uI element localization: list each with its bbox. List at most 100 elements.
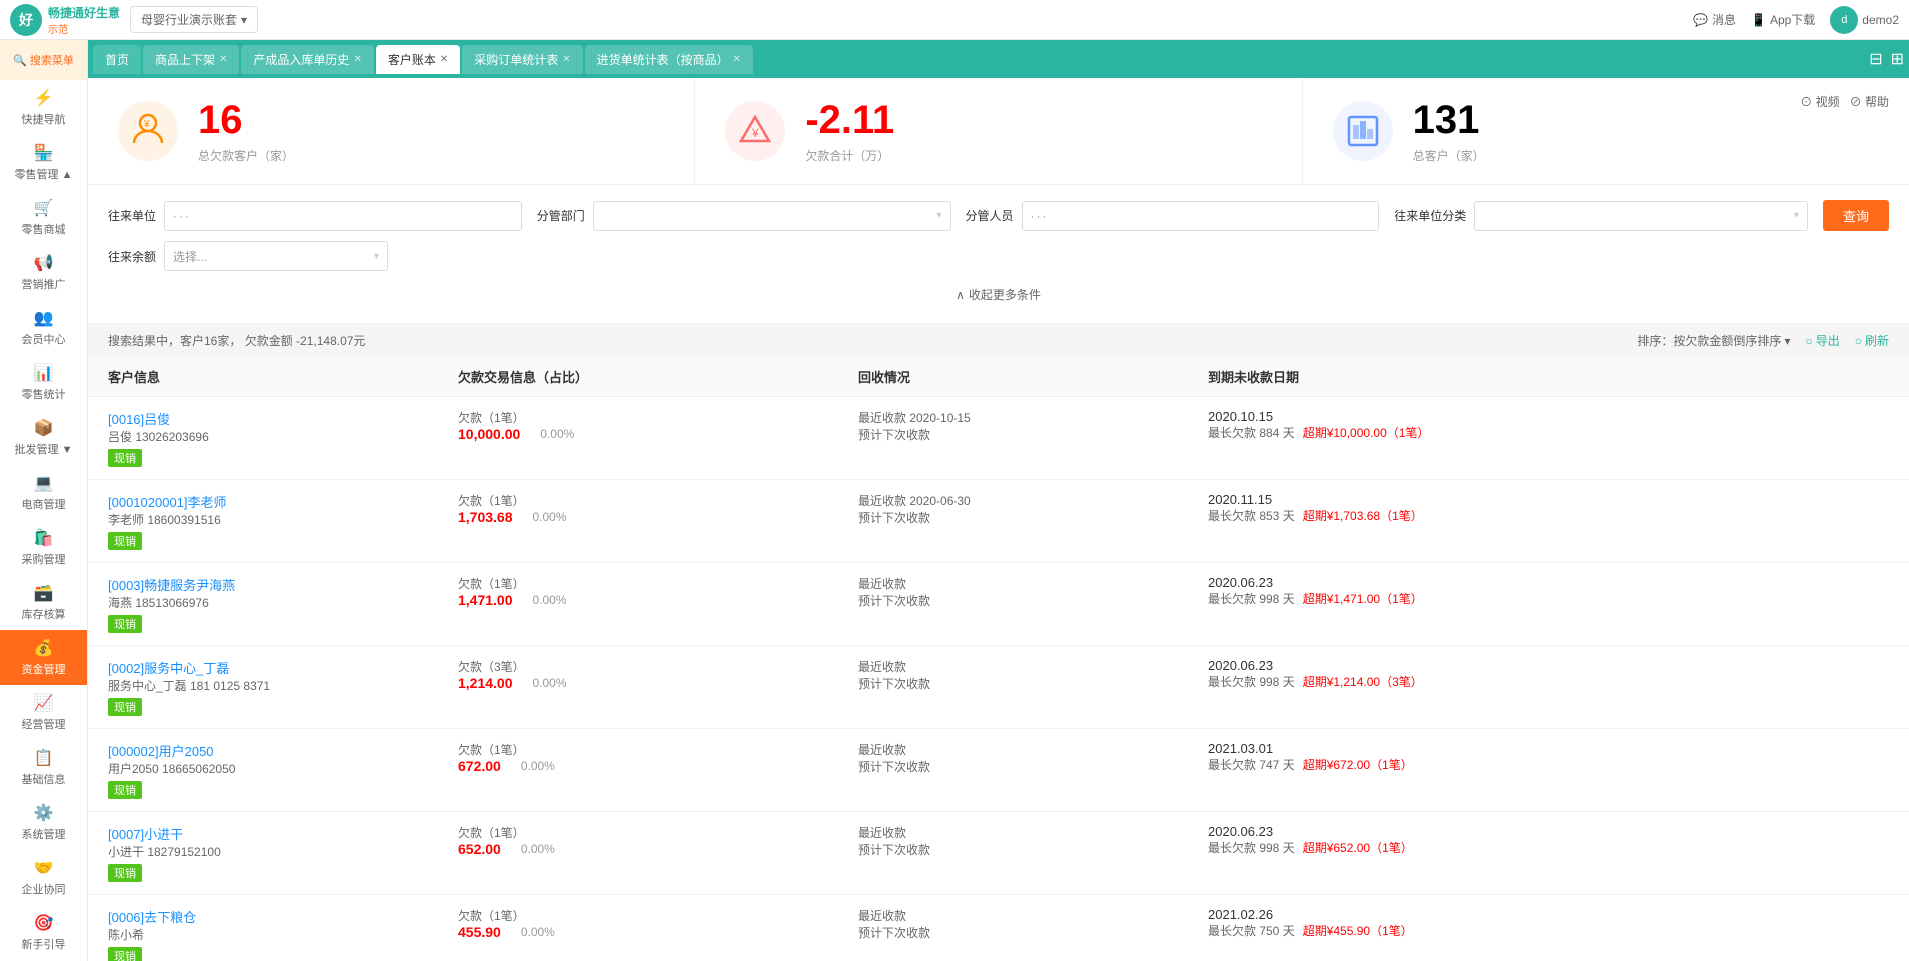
sidebar-item-retail-mgmt[interactable]: 🏪 零售管理 ▲ — [0, 135, 87, 190]
sidebar-item-quick-nav[interactable]: ⚡ 快捷导航 — [0, 80, 87, 135]
user-btn[interactable]: d demo2 — [1830, 6, 1899, 34]
sidebar-item-marketing[interactable]: 📢 营销推广 — [0, 245, 87, 300]
sidebar-item-collab[interactable]: 🤝 企业协同 — [0, 850, 87, 905]
customer-name[interactable]: [000002]用户2050 — [108, 741, 458, 760]
debt-amount[interactable]: 672.00 — [458, 758, 501, 774]
result-actions: 排序：按欠款金额倒序排序 ▾ ○ 导出 ○ 刷新 — [1637, 332, 1889, 349]
sort-btn[interactable]: 排序：按欠款金额倒序排序 ▾ — [1637, 332, 1790, 349]
overdue-amount[interactable]: 超期¥652.00（1笔） — [1303, 839, 1413, 856]
search-menu-btn[interactable]: 🔍 搜索菜单 — [8, 48, 79, 72]
debt-amount[interactable]: 455.90 — [458, 924, 501, 940]
sidebar-item-purchase[interactable]: 🛍️ 采购管理 — [0, 520, 87, 575]
from-unit-input[interactable]: ··· — [164, 201, 522, 231]
tab-product-history[interactable]: 产成品入库单历史 ✕ — [241, 45, 373, 74]
col-customer-info: 客户信息 — [108, 367, 458, 386]
sidebar-search[interactable]: 🔍 搜索菜单 — [0, 40, 87, 80]
maximize-icon[interactable]: ⊞ — [1891, 49, 1904, 69]
close-icon[interactable]: ✕ — [353, 54, 361, 65]
customer-phone: 李老师 18600391516 — [108, 511, 458, 528]
last-collection: 最近收款 — [858, 907, 1208, 924]
unit-category-arrow: ▾ — [1794, 210, 1799, 221]
table-row: [0007]小进干 小进干 18279152100 现销 欠款（1笔） 652.… — [88, 812, 1909, 895]
sidebar-item-ops[interactable]: 📈 经营管理 — [0, 685, 87, 740]
help-btn[interactable]: ⊘ 帮助 — [1850, 93, 1889, 110]
app-download-btn[interactable]: 📱 App下载 — [1751, 11, 1815, 28]
close-icon[interactable]: ✕ — [733, 54, 741, 65]
sidebar-item-finance[interactable]: 💰 资金管理 — [0, 630, 87, 685]
customer-name[interactable]: [0002]服务中心_丁磊 — [108, 658, 458, 677]
sidebar-item-label: 企业协同 — [22, 881, 66, 897]
close-icon[interactable]: ✕ — [219, 54, 227, 65]
tab-customer-account[interactable]: 客户账本 ✕ — [376, 45, 460, 74]
refresh-btn[interactable]: ○ 刷新 — [1855, 332, 1889, 349]
customer-phone: 小进干 18279152100 — [108, 843, 458, 860]
collection-cell: 最近收款 2020-10-15 预计下次收款 — [858, 409, 1208, 443]
col-debt-info: 欠款交易信息（占比） — [458, 367, 858, 386]
overdue-amount[interactable]: 超期¥1,471.00（1笔） — [1303, 590, 1423, 607]
overdue-amount[interactable]: 超期¥672.00（1笔） — [1303, 756, 1413, 773]
sidebar-item-inventory[interactable]: 🗃️ 库存核算 — [0, 575, 87, 630]
export-btn[interactable]: ○ 导出 — [1805, 332, 1839, 349]
member-icon: 👥 — [34, 308, 54, 328]
view-btn[interactable]: ⊙ 视频 — [1800, 93, 1839, 110]
tab-product-on-off[interactable]: 商品上下架 ✕ — [143, 45, 239, 74]
debt-amount[interactable]: 1,214.00 — [458, 675, 513, 691]
search-btn[interactable]: 查询 — [1823, 200, 1889, 231]
overdue-amount[interactable]: 超期¥1,703.68（1笔） — [1303, 507, 1423, 524]
app-download-label: App下载 — [1770, 11, 1815, 28]
collection-cell: 最近收款 预计下次收款 — [858, 658, 1208, 692]
sidebar-item-sys[interactable]: ⚙️ 系统管理 — [0, 795, 87, 850]
dept-select[interactable]: ▾ — [593, 201, 951, 231]
customer-name[interactable]: [0006]去下粮仓 — [108, 907, 458, 926]
minimize-icon[interactable]: ⊟ — [1869, 49, 1882, 69]
balance-label: 往来余额 — [108, 248, 156, 265]
sidebar-item-basic[interactable]: 📋 基础信息 — [0, 740, 87, 795]
sidebar-item-retail-mall[interactable]: 🛒 零售商城 — [0, 190, 87, 245]
message-btn[interactable]: 💬 消息 — [1693, 11, 1736, 28]
store-selector[interactable]: 母婴行业演示账套 ▾ — [130, 6, 258, 33]
balance-select[interactable]: 选择... ▾ — [164, 241, 388, 271]
overdue-amount[interactable]: 超期¥1,214.00（3笔） — [1303, 673, 1423, 690]
customer-name[interactable]: [0001020001]李老师 — [108, 492, 458, 511]
customer-name[interactable]: [0003]畅捷服务尹海燕 — [108, 575, 458, 594]
tab-label: 产成品入库单历史 — [253, 51, 349, 68]
overdue-amount[interactable]: 超期¥455.90（1笔） — [1303, 922, 1413, 939]
manager-input[interactable]: ··· — [1022, 201, 1380, 231]
tab-home[interactable]: 首页 — [93, 45, 141, 74]
sidebar-item-label: 新手引导 — [22, 936, 66, 952]
debt-total-icon: ¥ — [725, 101, 785, 161]
guide-icon: 🎯 — [34, 913, 54, 933]
retail-mall-icon: 🛒 — [34, 198, 54, 218]
dept-arrow: ▾ — [936, 210, 941, 221]
customer-name[interactable]: [0016]吕俊 — [108, 409, 458, 428]
close-icon[interactable]: ✕ — [562, 54, 570, 65]
debt-amount[interactable]: 1,703.68 — [458, 509, 513, 525]
debt-amount[interactable]: 1,471.00 — [458, 592, 513, 608]
customer-phone: 海燕 18513066976 — [108, 594, 458, 611]
debt-amount[interactable]: 10,000.00 — [458, 426, 520, 442]
debt-amount[interactable]: 652.00 — [458, 841, 501, 857]
debt-count: 欠款（1笔） — [458, 492, 858, 509]
sidebar-item-ecom[interactable]: 💻 电商管理 — [0, 465, 87, 520]
due-date-cell: 2020.06.23 最长欠款 998 天 超期¥1,214.00（3笔） — [1208, 658, 1889, 690]
sidebar-item-member[interactable]: 👥 会员中心 — [0, 300, 87, 355]
ecom-icon: 💻 — [34, 473, 54, 493]
overdue-days: 最长欠款 747 天 — [1208, 756, 1295, 773]
tab-purchase-order[interactable]: 采购订单统计表 ✕ — [462, 45, 582, 74]
sidebar-item-guide[interactable]: 🎯 新手引导 — [0, 905, 87, 960]
close-icon[interactable]: ✕ — [440, 54, 448, 65]
table-header: 客户信息 欠款交易信息（占比） 回收情况 到期未收款日期 — [88, 357, 1909, 397]
sidebar-item-batch-mgmt[interactable]: 📦 批发管理 ▼ — [0, 410, 87, 465]
collapse-btn[interactable]: ∧ 收起更多条件 — [951, 281, 1046, 308]
sidebar-item-retail-stat[interactable]: 📊 零售统计 — [0, 355, 87, 410]
debt-customer-label: 总欠款客户（家） — [198, 147, 294, 164]
total-customer-label: 总客户（家） — [1413, 147, 1485, 164]
from-unit-label: 往来单位 — [108, 207, 156, 224]
dept-label: 分管部门 — [537, 207, 585, 224]
ops-icon: 📈 — [34, 693, 54, 713]
overdue-amount[interactable]: 超期¥10,000.00（1笔） — [1303, 424, 1430, 441]
unit-category-select[interactable]: ▾ — [1474, 201, 1808, 231]
tab-import-stat[interactable]: 进货单统计表（按商品） ✕ — [585, 45, 753, 74]
customer-name[interactable]: [0007]小进干 — [108, 824, 458, 843]
customer-info-cell: [0002]服务中心_丁磊 服务中心_丁磊 181 0125 8371 现销 — [108, 658, 458, 716]
